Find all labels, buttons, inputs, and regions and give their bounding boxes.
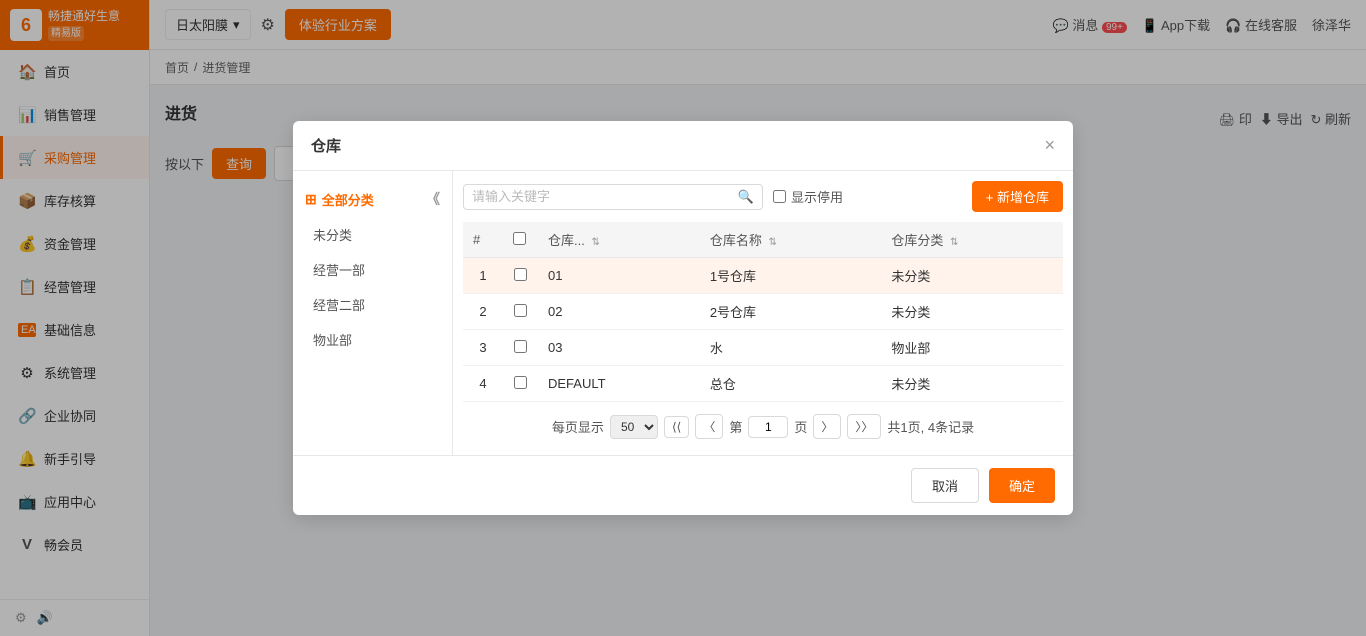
all-category-item[interactable]: ⊞ 全部分类 《 [293,181,452,217]
table-row[interactable]: 3 03 水 物业部 [463,330,1063,366]
row-checkbox[interactable] [514,268,527,281]
add-warehouse-button[interactable]: + 新增仓库 [972,181,1063,212]
warehouse-list-panel: 🔍 显示停用 + 新增仓库 # [453,171,1073,455]
collapse-button[interactable]: 《 [426,189,440,209]
row-category: 未分类 [881,366,1063,402]
main-area: 日太阳膜 ▾ ⚙ 体验行业方案 💬 消息 99+ 📱 App下载 🎧 在线客服 … [150,0,1366,636]
all-category-label: 全部分类 [322,190,374,209]
row-name: 总仓 [700,366,882,402]
category-sort-icon[interactable]: ⇅ [950,237,958,248]
row-checkbox[interactable] [514,376,527,389]
col-name-header: 仓库名称 ⇅ [700,222,882,258]
row-name: 水 [700,330,882,366]
category-panel: ⊞ 全部分类 《 未分类 经营一部 经营二部 物业部 [293,171,453,455]
col-check-header [503,222,538,258]
row-name: 2号仓库 [700,294,882,330]
last-page-button[interactable]: 〉〉 [847,414,881,439]
search-input[interactable] [472,189,738,204]
modal-overlay: 仓库 × ⊞ 全部分类 《 未分类 经营一部 经营二部 物业部 [150,0,1366,636]
total-records: 共1页, 4条记录 [887,417,974,436]
page-suffix: 页 [794,417,807,436]
show-disabled-checkbox[interactable]: 显示停用 [773,187,843,206]
row-num: 3 [463,330,503,366]
table-header: # 仓库... ⇅ 仓库名称 [463,222,1063,258]
code-sort-icon[interactable]: ⇅ [591,237,599,248]
row-name: 1号仓库 [700,258,882,294]
page-input[interactable] [748,416,788,438]
close-button[interactable]: × [1044,135,1055,156]
cancel-button[interactable]: 取消 [911,468,979,503]
row-num: 2 [463,294,503,330]
dialog-header: 仓库 × [293,121,1073,171]
row-category: 未分类 [881,294,1063,330]
row-num: 4 [463,366,503,402]
col-code-header: 仓库... ⇅ [538,222,700,258]
dialog-footer: 取消 确定 [293,455,1073,515]
pagination: 每页显示 50 ⟨⟨ 〈 第 页 〉 〉〉 共1页, 4条记录 [463,402,1063,445]
col-category-header: 仓库分类 ⇅ [881,222,1063,258]
row-checkbox-cell [503,258,538,294]
table-body: 1 01 1号仓库 未分类 2 [463,258,1063,402]
table-row[interactable]: 4 DEFAULT 总仓 未分类 [463,366,1063,402]
next-page-button[interactable]: 〉 [813,414,841,439]
search-icon[interactable]: 🔍 [738,189,754,205]
row-checkbox-cell [503,294,538,330]
row-checkbox-cell [503,330,538,366]
category-item-operation1[interactable]: 经营一部 [293,252,452,287]
row-checkbox[interactable] [514,340,527,353]
table-row[interactable]: 1 01 1号仓库 未分类 [463,258,1063,294]
confirm-button[interactable]: 确定 [989,468,1055,503]
row-category: 未分类 [881,258,1063,294]
row-code: 02 [538,294,700,330]
page-label: 第 [729,417,742,436]
search-box[interactable]: 🔍 [463,184,763,210]
category-item-unclassified[interactable]: 未分类 [293,217,452,252]
page-size-label: 每页显示 [552,417,604,436]
row-checkbox-cell [503,366,538,402]
first-page-button[interactable]: ⟨⟨ [664,416,689,438]
warehouse-table: # 仓库... ⇅ 仓库名称 [463,222,1063,402]
row-category: 物业部 [881,330,1063,366]
row-code: 03 [538,330,700,366]
warehouse-dialog: 仓库 × ⊞ 全部分类 《 未分类 经营一部 经营二部 物业部 [293,121,1073,515]
name-sort-icon[interactable]: ⇅ [768,237,776,248]
dialog-body: ⊞ 全部分类 《 未分类 经营一部 经营二部 物业部 🔍 [293,171,1073,455]
grid-icon: ⊞ [305,191,317,208]
row-code: 01 [538,258,700,294]
row-code: DEFAULT [538,366,700,402]
dialog-title: 仓库 [311,135,341,156]
table-row[interactable]: 2 02 2号仓库 未分类 [463,294,1063,330]
row-checkbox[interactable] [514,304,527,317]
warehouse-table-wrapper: # 仓库... ⇅ 仓库名称 [463,222,1063,402]
right-toolbar: 🔍 显示停用 + 新增仓库 [463,181,1063,212]
category-item-property[interactable]: 物业部 [293,322,452,357]
col-num-header: # [463,222,503,258]
page-size-select[interactable]: 50 [610,415,658,439]
row-num: 1 [463,258,503,294]
category-item-operation2[interactable]: 经营二部 [293,287,452,322]
show-disabled-input[interactable] [773,190,786,203]
select-all-checkbox[interactable] [513,232,526,245]
prev-page-button[interactable]: 〈 [695,414,723,439]
